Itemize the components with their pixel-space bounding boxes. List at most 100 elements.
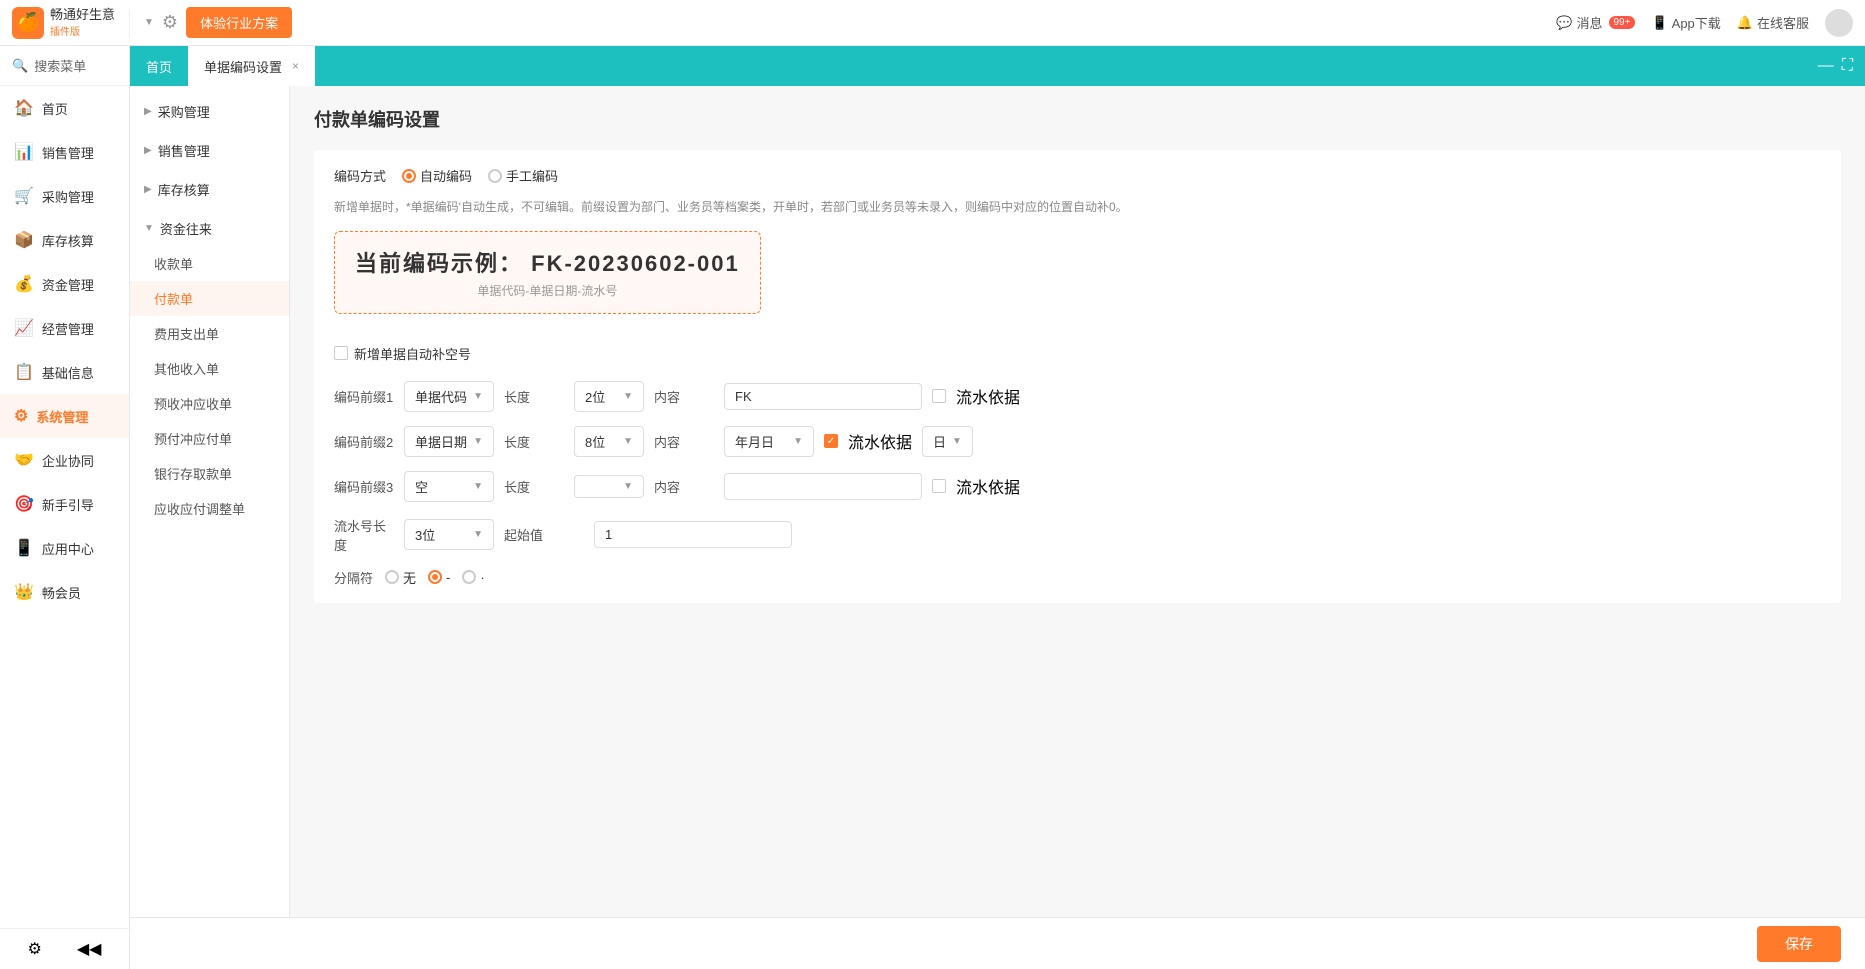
sidebar-item-enterprise[interactable]: 🤝 企业协同	[0, 438, 129, 482]
length3-select[interactable]: ▼	[574, 475, 644, 498]
sidebar-item-home[interactable]: 🏠 首页	[0, 86, 129, 130]
prefix1-select[interactable]: 单据代码 ▼	[404, 381, 494, 412]
app-download-item[interactable]: 📱 App下载	[1651, 13, 1720, 32]
stream1-checkbox[interactable]	[932, 389, 946, 403]
sep-dot-radio[interactable]	[462, 570, 476, 584]
tab-current[interactable]: 单据编码设置 ×	[188, 46, 315, 86]
online-service-item[interactable]: 🔔 在线客服	[1737, 13, 1809, 32]
sub-item-pre-receipt[interactable]: 预收冲应收单	[130, 386, 289, 421]
purchase-icon: 🛒	[14, 186, 34, 206]
save-button[interactable]: 保存	[1757, 926, 1841, 962]
sub-item-receipt[interactable]: 收款单	[130, 246, 289, 281]
encoding-method-label: 编码方式	[334, 166, 386, 185]
sep-dot-label: ·	[480, 570, 484, 585]
length2-select[interactable]: 8位 ▼	[574, 426, 644, 457]
manual-encode-radio[interactable]	[488, 169, 502, 183]
sub-item-expense[interactable]: 费用支出单	[130, 316, 289, 351]
experience-button[interactable]: 体验行业方案	[186, 7, 292, 38]
sidebar-item-basic[interactable]: 📋 基础信息	[0, 350, 129, 394]
dropdown-icon[interactable]: ▼	[144, 17, 154, 28]
content1-input[interactable]	[724, 383, 922, 410]
enterprise-icon: 🤝	[14, 450, 34, 470]
sub-group-purchase-header[interactable]: ▶ 采购管理	[130, 94, 289, 129]
sidebar-item-guide[interactable]: 🎯 新手引导	[0, 482, 129, 526]
sub-group-finance-label: 资金往来	[160, 219, 212, 238]
logo-name: 畅通好生意	[50, 7, 115, 23]
sidebar-item-sales[interactable]: 📊 销售管理	[0, 130, 129, 174]
auto-encode-radio[interactable]	[402, 169, 416, 183]
sub-group-purchase-label: 采购管理	[158, 102, 210, 121]
sub-group-sales-header[interactable]: ▶ 销售管理	[130, 133, 289, 168]
sidebar-label-finance: 资金管理	[42, 275, 94, 294]
sub-group-sales-label: 销售管理	[158, 141, 210, 160]
sales-icon: 📊	[14, 142, 34, 162]
start-value-input[interactable]	[594, 521, 792, 548]
sub-item-bank[interactable]: 银行存取款单	[130, 456, 289, 491]
serial-length-label: 流水号长度	[334, 516, 394, 554]
sidebar-item-operation[interactable]: 📈 经营管理	[0, 306, 129, 350]
sub-item-pre-payment[interactable]: 预付冲应付单	[130, 421, 289, 456]
hint-text: 新增单据时，*单据编码'自动生成，不可编辑。前缀设置为部门、业务员等档案类，开单…	[334, 197, 1821, 219]
stream2-checkbox[interactable]: ✓	[824, 434, 838, 448]
sidebar-search[interactable]: 🔍 搜索菜单	[0, 46, 129, 86]
sep-dot-option[interactable]: ·	[462, 570, 484, 585]
serial-length-select[interactable]: 3位 ▼	[404, 519, 494, 550]
sidebar-item-member[interactable]: 👑 畅会员	[0, 570, 129, 614]
sub-group-inventory-header[interactable]: ▶ 库存核算	[130, 172, 289, 207]
stream3-checkbox[interactable]	[932, 479, 946, 493]
bottom-bar: 保存	[130, 917, 1865, 969]
logo-icon: 🍊	[12, 7, 44, 39]
length1-select[interactable]: 2位 ▼	[574, 381, 644, 412]
tab-maximize-icon[interactable]: ⛶	[1842, 57, 1853, 75]
content2-select[interactable]: 年月日 ▼	[724, 426, 814, 457]
main-panel: 付款单编码设置 编码方式 自动编码 手工编码 新增单	[290, 86, 1865, 917]
sidebar-label-home: 首页	[42, 99, 68, 118]
code-preview-value: FK-20230602-001	[531, 251, 740, 276]
sidebar-label-system: 系统管理	[36, 407, 88, 426]
sidebar-item-inventory[interactable]: 📦 库存核算	[0, 218, 129, 262]
tab-bar-actions: — ⛶	[1818, 57, 1865, 75]
apps-icon: 📱	[14, 538, 34, 558]
encoding-method-row: 编码方式 自动编码 手工编码	[334, 166, 1821, 185]
operation-icon: 📈	[14, 318, 34, 338]
tab-minimize-icon[interactable]: —	[1818, 57, 1834, 75]
tab-bar: 首页 单据编码设置 × — ⛶	[130, 46, 1865, 86]
online-service-icon: 🔔	[1737, 15, 1753, 31]
length2-chevron-icon: ▼	[623, 436, 633, 447]
sidebar-item-purchase[interactable]: 🛒 采购管理	[0, 174, 129, 218]
settings-bottom-icon[interactable]: ⚙	[28, 939, 42, 959]
auto-encode-option[interactable]: 自动编码	[402, 166, 472, 185]
sep-none-radio[interactable]	[385, 570, 399, 584]
sidebar-item-system[interactable]: ⚙ 系统管理	[0, 394, 129, 438]
sub-group-finance-header[interactable]: ▼ 资金往来	[130, 211, 289, 246]
sub-item-adjustment[interactable]: 应收应付调整单	[130, 491, 289, 526]
logo: 🍊 畅通好生意 插件版	[12, 7, 115, 39]
sub-group-inventory: ▶ 库存核算	[130, 172, 289, 207]
sidebar-item-apps[interactable]: 📱 应用中心	[0, 526, 129, 570]
sub-item-payment[interactable]: 付款单	[130, 281, 289, 316]
settings-icon[interactable]: ⚙	[162, 12, 178, 33]
stream2-unit-select[interactable]: 日 ▼	[922, 426, 973, 457]
logo-sub: 插件版	[50, 23, 115, 38]
separator-label: 分隔符	[334, 568, 373, 587]
auto-fill-checkbox[interactable]	[334, 346, 348, 360]
prefix2-select[interactable]: 单据日期 ▼	[404, 426, 494, 457]
sep-none-option[interactable]: 无	[385, 568, 416, 587]
tab-close-icon[interactable]: ×	[292, 59, 299, 73]
sidebar-item-finance[interactable]: 💰 资金管理	[0, 262, 129, 306]
content3-input[interactable]	[724, 473, 922, 500]
sep-dash-radio[interactable]	[428, 570, 442, 584]
code-preview-main: 当前编码示例： FK-20230602-001	[355, 246, 740, 278]
start-value-label: 起始值	[504, 525, 584, 544]
message-item[interactable]: 💬 消息 99+	[1556, 13, 1635, 32]
sep-dash-option[interactable]: -	[428, 570, 450, 585]
sub-item-other-income[interactable]: 其他收入单	[130, 351, 289, 386]
manual-encode-option[interactable]: 手工编码	[488, 166, 558, 185]
stream2-unit: 日	[933, 432, 946, 451]
prefix3-row: 编码前缀3 空 ▼ 长度 ▼ 内容 流水依据	[334, 471, 1821, 502]
tab-home[interactable]: 首页	[130, 46, 188, 86]
collapse-icon[interactable]: ◀◀	[77, 939, 102, 959]
prefix3-select[interactable]: 空 ▼	[404, 471, 494, 502]
user-avatar[interactable]	[1825, 9, 1853, 37]
finance-icon: 💰	[14, 274, 34, 294]
